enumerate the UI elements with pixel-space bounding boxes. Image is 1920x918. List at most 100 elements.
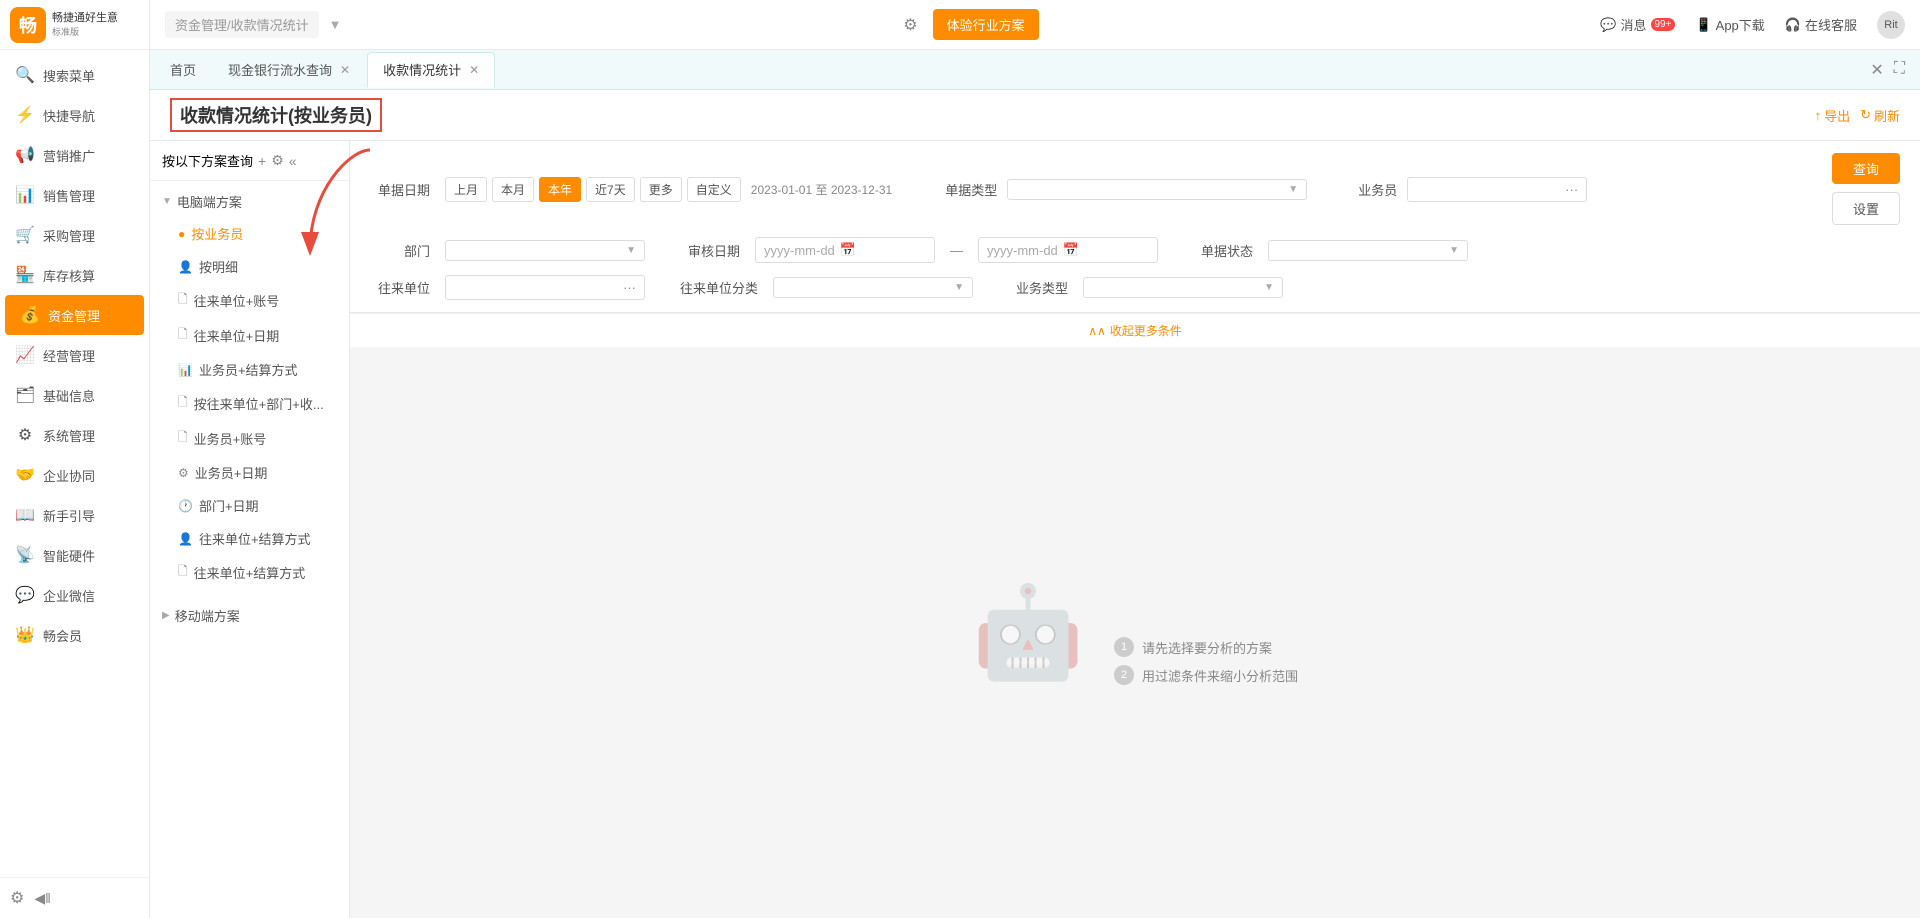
search-button[interactable]: 查询 [1832,153,1900,184]
doc-status-select[interactable]: ▼ [1268,240,1468,261]
sidebar-item-marketing[interactable]: 📢 营销推广 [0,135,149,175]
sidebar-item-inventory[interactable]: 🏪 库存核算 [0,255,149,295]
sidebar-item-guide[interactable]: 📖 新手引导 [0,495,149,535]
date-btn-this-month[interactable]: 本月 [492,177,534,202]
tab-collection-stat[interactable]: 收款情况统计 ✕ [367,52,495,88]
collapse-label: 收起更多条件 [1110,322,1182,339]
scheme-item-detail-icon: 👤 [178,260,193,274]
audit-date-from-text: yyyy-mm-dd [764,243,835,258]
scheme-item-salesman-acct-label: 业务员+账号 [194,429,267,448]
scheme-group-desktop-header[interactable]: ▼ 电脑端方案 [150,186,349,217]
user-avatar[interactable]: Rit [1877,11,1905,39]
scheme-group-desktop-chevron-icon: ▼ [162,196,172,207]
scheme-item-unit-settle2[interactable]: 🗋 往来单位+结算方式 [150,555,349,590]
tab-maximize-icon[interactable]: ⛶ [1894,60,1905,80]
biz-type-select[interactable]: ▼ [1083,277,1283,298]
sidebar-label-basic: 基础信息 [43,386,95,405]
sidebar-item-search[interactable]: 🔍 搜索菜单 [0,55,149,95]
sidebar-item-member[interactable]: 👑 畅会员 [0,615,149,655]
sidebar-item-purchase[interactable]: 🛒 采购管理 [0,215,149,255]
audit-date-from[interactable]: yyyy-mm-dd 📅 [755,237,935,263]
scheme-item-salesman-date-icon: ⚙ [178,466,189,480]
scheme-item-salesman-icon: ● [178,227,185,241]
step-1-num: 1 [1114,637,1134,657]
content-area: 按以下方案查询 + ⚙ « ▼ 电脑端方案 ● 按业务员 👤 按明细 [150,141,1920,918]
export-button[interactable]: ↑ 导出 [1815,106,1851,125]
sidebar-item-operation[interactable]: 📈 经营管理 [0,335,149,375]
iot-icon: 📡 [15,545,35,565]
doctype-select[interactable]: ▼ [1007,179,1307,200]
scheme-item-salesman-settle-label: 业务员+结算方式 [199,360,298,379]
purchase-icon: 🛒 [15,225,35,245]
collapse-bar[interactable]: ∧∧ 收起更多条件 [350,313,1920,347]
date-btn-7days[interactable]: 近7天 [586,177,635,202]
tab-bank-flow-close-icon[interactable]: ✕ [340,63,350,77]
counterpart-input[interactable]: ··· [445,275,645,300]
scheme-item-by-salesman[interactable]: ● 按业务员 [150,217,349,250]
counterpart-type-select[interactable]: ▼ [773,277,973,298]
sidebar-label-sales: 销售管理 [43,186,95,205]
sidebar-item-sales[interactable]: 📊 销售管理 [0,175,149,215]
tab-close-all-icon[interactable]: ✕ [1870,60,1883,80]
sidebar-item-system[interactable]: ⚙ 系统管理 [0,415,149,455]
calendar-to-icon[interactable]: 📅 [1063,242,1079,258]
sidebar-item-corp[interactable]: 🤝 企业协同 [0,455,149,495]
scheme-group-mobile-header[interactable]: ▶ 移动端方案 [150,600,349,631]
message-label: 消息 [1620,15,1646,34]
app-download-btn[interactable]: 📱 App下载 [1695,15,1764,34]
date-btn-custom[interactable]: 自定义 [687,177,741,202]
trial-button[interactable]: 体验行业方案 [933,9,1039,40]
scheme-add-icon[interactable]: + [258,153,266,169]
tab-collection-stat-label: 收款情况统计 [383,60,461,79]
tab-home[interactable]: 首页 [155,52,211,88]
scheme-item-unit-settle1[interactable]: 👤 往来单位+结算方式 [150,522,349,555]
topbar-gear-icon[interactable]: ⚙ [903,15,917,35]
service-btn[interactable]: 🎧 在线客服 [1785,15,1857,34]
date-btn-more[interactable]: 更多 [640,177,682,202]
tab-collection-stat-close-icon[interactable]: ✕ [469,63,479,77]
scheme-panel: 按以下方案查询 + ⚙ « ▼ 电脑端方案 ● 按业务员 👤 按明细 [150,141,350,918]
calendar-from-icon[interactable]: 📅 [840,242,856,258]
main-area: 资金管理/收款情况统计 ▼ ⚙ 体验行业方案 💬 消息 99+ 📱 App下载 … [150,0,1920,918]
scheme-item-unit-acct[interactable]: 🗋 往来单位+账号 [150,283,349,318]
counterpart-more-icon[interactable]: ··· [623,280,636,295]
refresh-button[interactable]: ↻ 刷新 [1860,106,1900,125]
salesman-more-icon[interactable]: ··· [1565,182,1578,197]
scheme-settings-icon[interactable]: ⚙ [271,152,284,169]
topbar-middle: ⚙ 体验行业方案 [903,9,1038,40]
sidebar-settings-icon[interactable]: ⚙ [10,888,24,908]
right-panel: 单据日期 上月 本月 本年 近7天 更多 自定义 2023-01-01 至 20… [350,141,1920,918]
scheme-collapse-icon[interactable]: « [289,153,297,169]
biz-type-label: 业务类型 [1008,278,1068,297]
marketing-icon: 📢 [15,145,35,165]
sidebar-item-wechat[interactable]: 💬 企业微信 [0,575,149,615]
filter-settings-button[interactable]: 设置 [1832,192,1900,225]
sidebar: 畅 畅捷通好生意 标准版 🔍 搜索菜单 ⚡ 快捷导航 📢 营销推广 📊 销售管理… [0,0,150,918]
sales-icon: 📊 [15,185,35,205]
scheme-item-unit-dept[interactable]: 🗋 按往来单位+部门+收... [150,386,349,421]
date-btn-last-month[interactable]: 上月 [445,177,487,202]
collapse-chevron-icon: ∧∧ [1088,324,1106,338]
scheme-item-salesman-date[interactable]: ⚙ 业务员+日期 [150,456,349,489]
scheme-header-text: 按以下方案查询 [162,151,253,170]
tab-bank-flow[interactable]: 现金银行流水查询 ✕ [213,52,365,88]
dept-select[interactable]: ▼ [445,240,645,261]
filter-row-3: 往来单位 ··· 往来单位分类 ▼ 业务类型 ▼ [370,275,1900,300]
sidebar-item-iot[interactable]: 📡 智能硬件 [0,535,149,575]
date-btn-this-year[interactable]: 本年 [539,177,581,202]
inventory-icon: 🏪 [15,265,35,285]
scheme-item-unit-date[interactable]: 🗋 往来单位+日期 [150,318,349,353]
sidebar-item-basic[interactable]: 🗂 基础信息 [0,375,149,415]
scheme-item-dept-date[interactable]: 🕐 部门+日期 [150,489,349,522]
sidebar-item-finance[interactable]: 💰 资金管理 [5,295,144,335]
sidebar-item-quick-nav[interactable]: ⚡ 快捷导航 [0,95,149,135]
page-header: 收款情况统计(按业务员) ↑ 导出 ↻ 刷新 [150,90,1920,141]
scheme-item-by-detail[interactable]: 👤 按明细 [150,250,349,283]
audit-date-to[interactable]: yyyy-mm-dd 📅 [978,237,1158,263]
sidebar-collapse-icon[interactable]: ◀‖ [34,890,51,907]
scheme-item-salesman-acct[interactable]: 🗋 业务员+账号 [150,421,349,456]
scheme-item-salesman-settle[interactable]: 📊 业务员+结算方式 [150,353,349,386]
message-btn[interactable]: 💬 消息 99+ [1600,15,1675,34]
salesman-input[interactable]: ··· [1407,177,1587,202]
doctype-chevron-icon: ▼ [1288,184,1298,195]
